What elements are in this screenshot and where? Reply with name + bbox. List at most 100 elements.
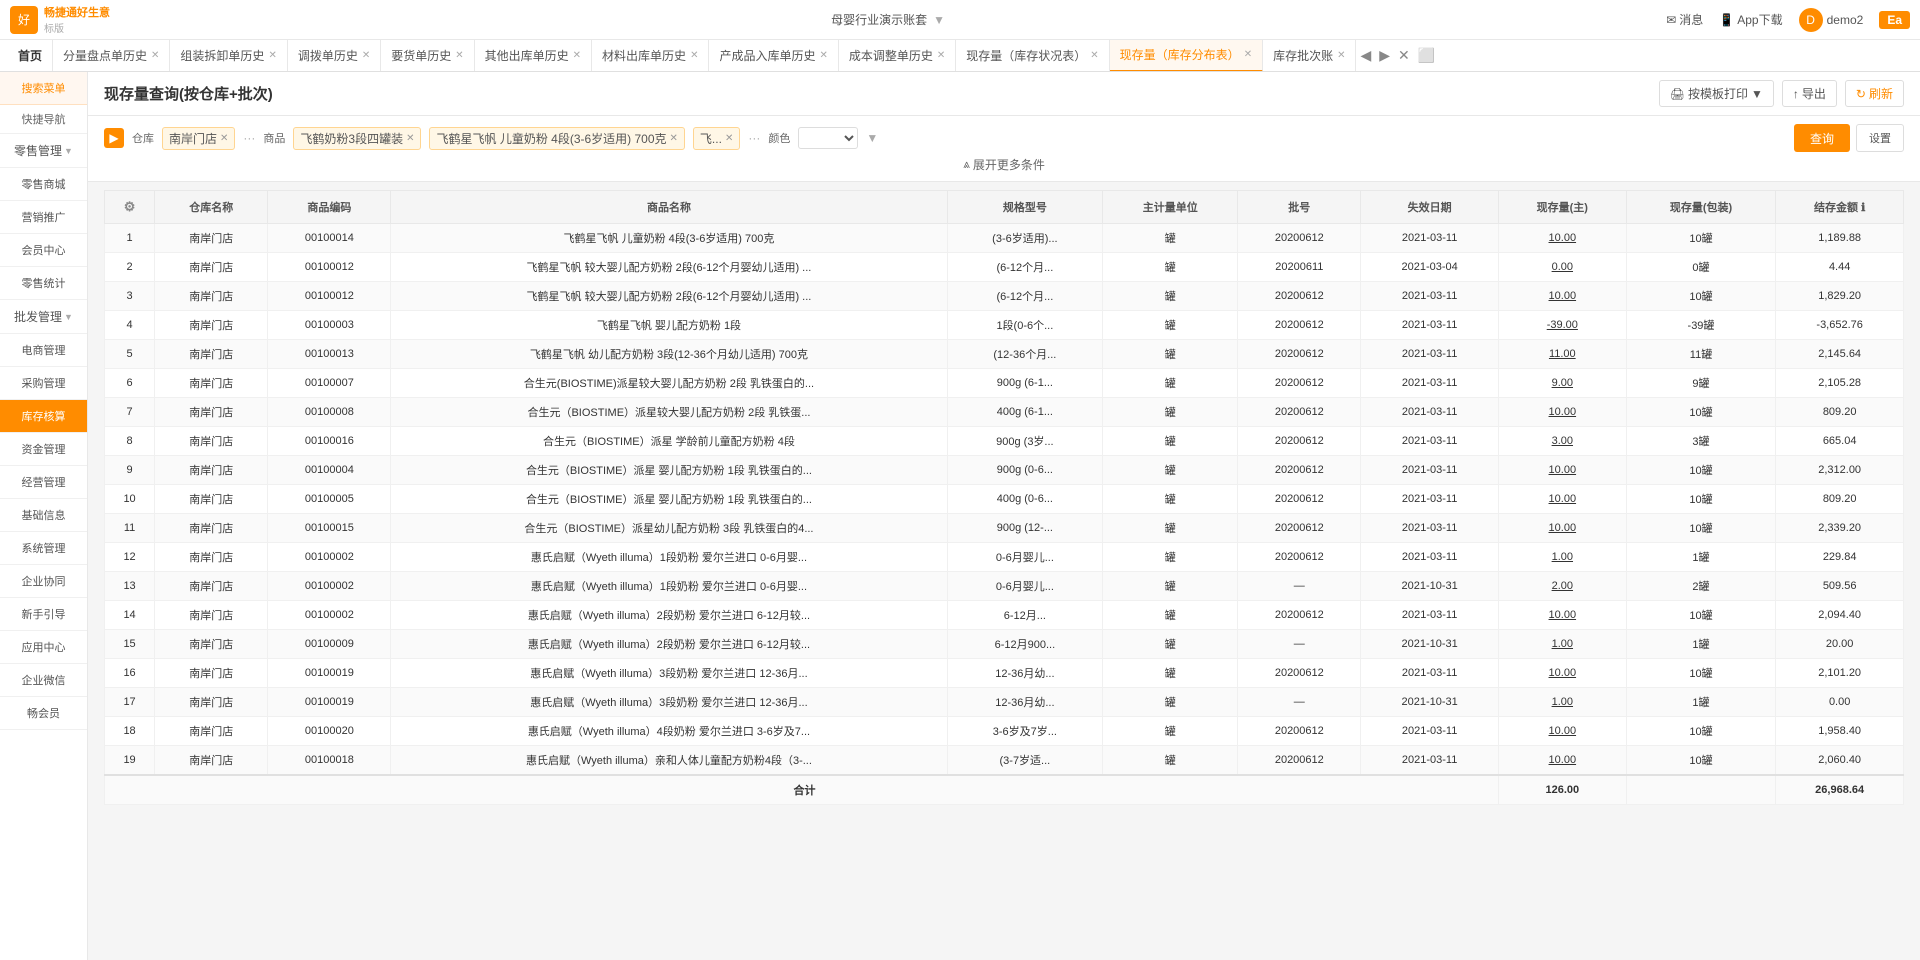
sidebar-item-wechat[interactable]: 企业微信 [0,664,87,697]
cell-qty[interactable]: 10.00 [1498,746,1626,776]
goods-tag-3: 飞... ✕ [693,127,740,150]
sidebar-item-inventory[interactable]: 库存核算 [0,400,87,433]
filter-toggle-btn[interactable]: ▶ [104,128,124,148]
sidebar-quick-nav[interactable]: 快捷导航 [0,105,87,134]
cell-qty[interactable]: 3.00 [1498,427,1626,456]
cell-amount: 2,145.64 [1776,340,1904,369]
tab-next-btn[interactable]: ▶ [1375,40,1394,72]
tab-qitachu[interactable]: 其他出库单历史 ✕ [475,40,592,72]
close-tab-yaohuo[interactable]: ✕ [455,50,463,61]
close-tab-zuchai[interactable]: ✕ [268,50,276,61]
remove-goods-tag-1[interactable]: ✕ [406,133,414,144]
tab-cailiao[interactable]: 材料出库单历史 ✕ [592,40,709,72]
sidebar-item-guide[interactable]: 新手引导 [0,598,87,631]
remove-goods-tag-2[interactable]: ✕ [670,133,678,144]
cell-batch: 20200612 [1238,340,1361,369]
chevron-down-icon-2: ▼ [64,312,73,322]
sidebar-item-purchase[interactable]: 采购管理 [0,367,87,400]
query-button[interactable]: 查询 [1794,124,1850,152]
tab-more-btn[interactable]: ⬜ [1414,40,1439,72]
cell-amount: 0.00 [1776,688,1904,717]
tab-fenpan[interactable]: 分量盘点单历史 ✕ [53,40,170,72]
close-tab-chanpin[interactable]: ✕ [819,50,827,61]
tab-pici[interactable]: 库存批次账 ✕ [1263,40,1356,72]
sidebar-item-wholesale-mgmt[interactable]: 批发管理 ▼ [0,300,87,334]
tab-prev-btn[interactable]: ◀ [1356,40,1375,72]
cell-qty[interactable]: -39.00 [1498,311,1626,340]
sidebar-search[interactable]: 搜索菜单 [0,72,87,105]
cell-qty[interactable]: 10.00 [1498,398,1626,427]
app-download-link[interactable]: 📱 App下载 [1719,11,1782,28]
expand-conditions-btn[interactable]: ⩓ 展开更多条件 [104,156,1904,173]
export-button[interactable]: ↑ 导出 [1782,80,1837,107]
sidebar-item-finance[interactable]: 资金管理 [0,433,87,466]
close-tab-tiaobo[interactable]: ✕ [362,50,370,61]
sidebar-item-retail-shop[interactable]: 零售商城 [0,168,87,201]
sidebar-item-member[interactable]: 畅会员 [0,697,87,730]
tab-xiancunkuang[interactable]: 现存量（库存状况表） ✕ [956,40,1109,72]
sidebar-item-basics[interactable]: 基础信息 [0,499,87,532]
tab-chengben[interactable]: 成本调整单历史 ✕ [839,40,956,72]
cell-qty[interactable]: 10.00 [1498,601,1626,630]
close-tab-pici[interactable]: ✕ [1337,50,1345,61]
cell-qty[interactable]: 1.00 [1498,630,1626,659]
tab-xiancunfen[interactable]: 现存量（库存分布表） ✕ [1110,40,1263,72]
cell-qtypkg: 10罐 [1626,282,1776,311]
close-tab-xiancunkuang[interactable]: ✕ [1090,50,1098,61]
cell-expire: 2021-03-04 [1361,253,1499,282]
cell-qty[interactable]: 2.00 [1498,572,1626,601]
goods-dots[interactable]: ··· [748,131,760,145]
cell-unit: 罐 [1103,659,1238,688]
template-print-button[interactable]: 🖨 按模板打印 ▼ [1659,80,1774,107]
cell-spec: (3-6岁适用)... [947,224,1103,253]
tab-tiaobo[interactable]: 调拨单历史 ✕ [288,40,381,72]
tab-chanpin[interactable]: 产成品入库单历史 ✕ [709,40,838,72]
cell-qty[interactable]: 0.00 [1498,253,1626,282]
sidebar-item-ecommerce[interactable]: 电商管理 [0,334,87,367]
sidebar-item-system[interactable]: 系统管理 [0,532,87,565]
close-tab-qitachu[interactable]: ✕ [573,50,581,61]
user-info[interactable]: D demo2 [1799,8,1864,32]
cell-qty[interactable]: 10.00 [1498,282,1626,311]
th-settings[interactable]: ⚙ [105,191,155,224]
tab-yaohuo[interactable]: 要货单历史 ✕ [381,40,474,72]
cell-amount: 2,105.28 [1776,369,1904,398]
cell-unit: 罐 [1103,224,1238,253]
dropdown-chevron-icon[interactable]: ▼ [933,13,945,27]
refresh-button[interactable]: ↻ 刷新 [1845,80,1904,107]
close-tab-chengben[interactable]: ✕ [937,50,945,61]
sidebar-item-enterprise[interactable]: 企业协同 [0,565,87,598]
color-select[interactable] [798,127,858,149]
tab-home[interactable]: 首页 [8,40,53,72]
cell-qty[interactable]: 1.00 [1498,688,1626,717]
settings-button[interactable]: 设置 [1856,124,1904,152]
cell-qty[interactable]: 1.00 [1498,543,1626,572]
sidebar-item-retail-stats[interactable]: 零售统计 [0,267,87,300]
sidebar-item-membership[interactable]: 会员中心 [0,234,87,267]
cell-unit: 罐 [1103,572,1238,601]
sidebar-item-operations[interactable]: 经营管理 [0,466,87,499]
sidebar-item-appstore[interactable]: 应用中心 [0,631,87,664]
tab-zuchai[interactable]: 组装拆卸单历史 ✕ [170,40,287,72]
cell-warehouse: 南岸门店 [155,746,268,776]
remove-warehouse-tag[interactable]: ✕ [220,133,228,144]
cell-qty[interactable]: 10.00 [1498,514,1626,543]
cell-qty[interactable]: 9.00 [1498,369,1626,398]
close-tab-cailiao[interactable]: ✕ [690,50,698,61]
cell-qty[interactable]: 11.00 [1498,340,1626,369]
warehouse-dots[interactable]: ··· [243,131,255,145]
close-tab-xiancunfen[interactable]: ✕ [1244,49,1252,60]
cell-qty[interactable]: 10.00 [1498,659,1626,688]
cell-qty[interactable]: 10.00 [1498,717,1626,746]
remove-goods-tag-3[interactable]: ✕ [725,133,733,144]
cell-qty[interactable]: 10.00 [1498,485,1626,514]
sidebar-item-retail-mgmt[interactable]: 零售管理 ▼ [0,134,87,168]
cell-qty[interactable]: 10.00 [1498,224,1626,253]
tab-close-btn[interactable]: ✕ [1394,40,1414,72]
cell-qty[interactable]: 10.00 [1498,456,1626,485]
cell-unit: 罐 [1103,253,1238,282]
sidebar-item-marketing[interactable]: 营销推广 [0,201,87,234]
color-dropdown-chevron[interactable]: ▼ [866,131,878,145]
message-link[interactable]: ✉ 消息 [1666,11,1703,28]
close-tab-fenpan[interactable]: ✕ [151,50,159,61]
